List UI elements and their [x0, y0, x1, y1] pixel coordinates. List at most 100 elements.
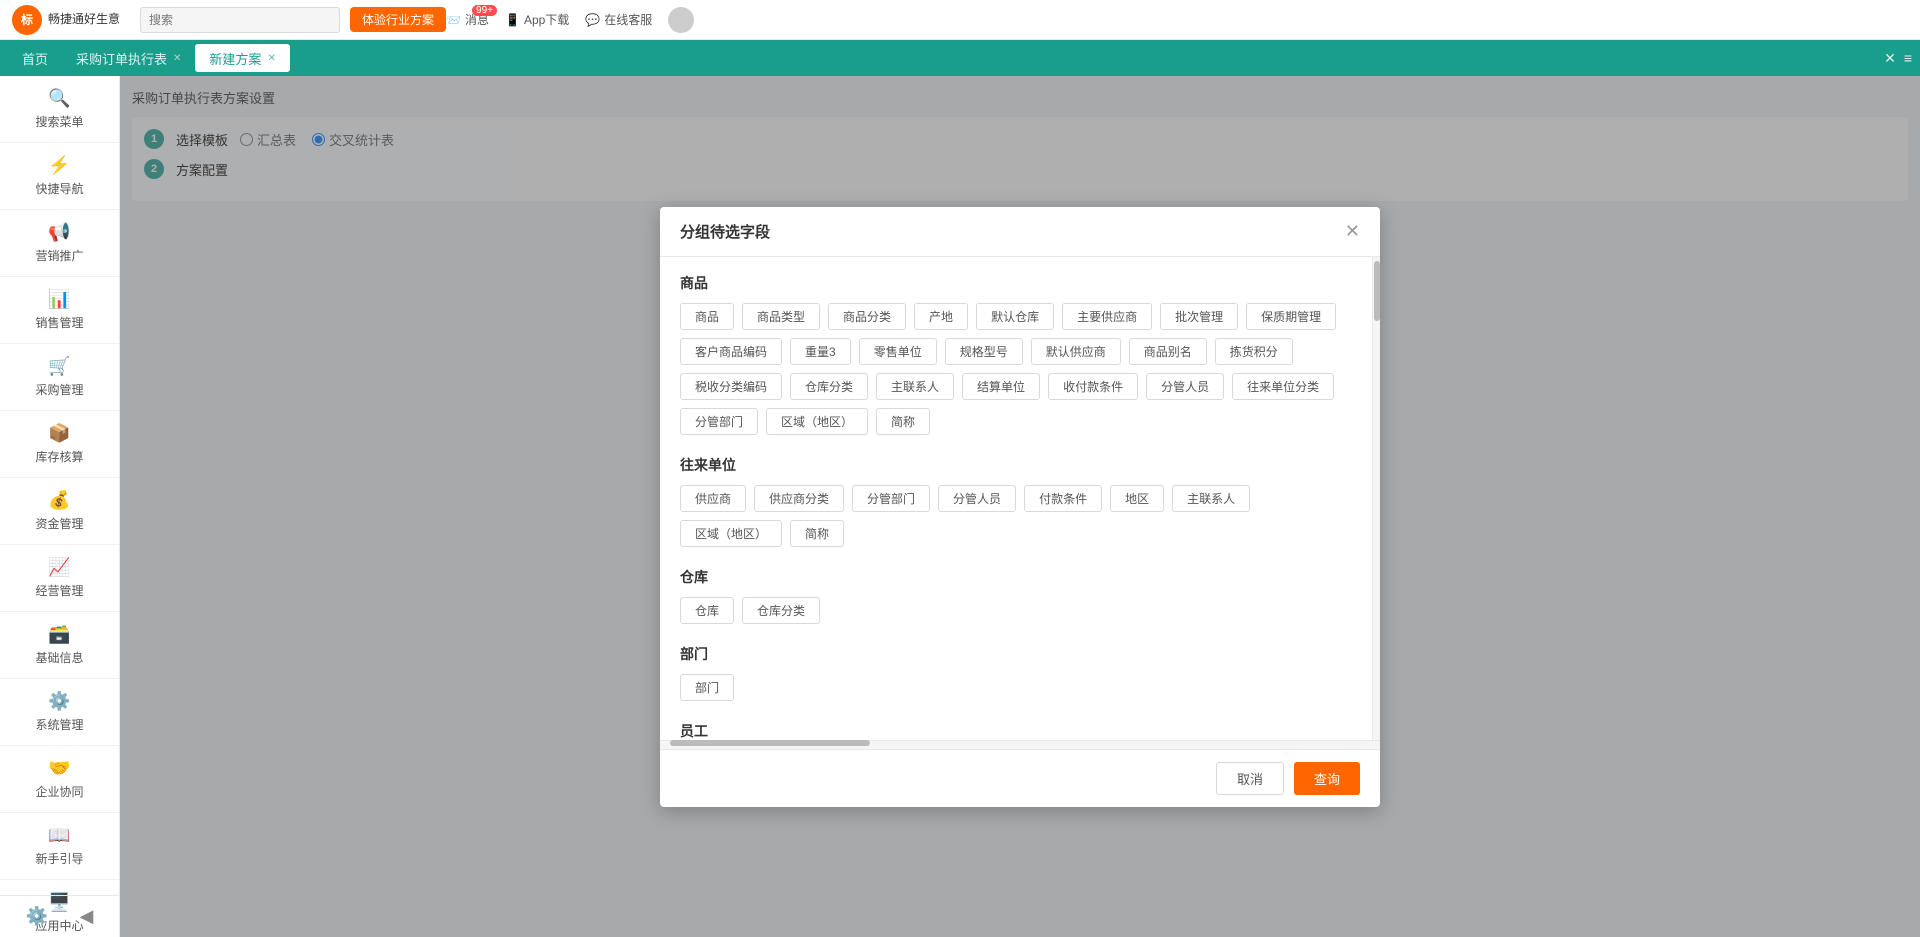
field-tag-warehouse-cat[interactable]: 仓库分类 [742, 597, 820, 624]
sidebar-label-guide: 新手引导 [35, 850, 83, 867]
field-tag-region-partner[interactable]: 区域（地区） [680, 520, 782, 547]
field-tag-district[interactable]: 地区 [1110, 485, 1164, 512]
online-service-label: 在线客服 [604, 11, 652, 28]
top-search-bar[interactable] [140, 7, 340, 33]
field-tag-department[interactable]: 部门 [680, 674, 734, 701]
sidebar-label-sales: 销售管理 [35, 314, 83, 331]
sidebar-item-finance[interactable]: 💰 资金管理 [0, 478, 119, 545]
field-tag-payment-terms[interactable]: 收付款条件 [1048, 373, 1138, 400]
field-tag-payment-cond[interactable]: 付款条件 [1024, 485, 1102, 512]
product-fields: 商品 商品类型 商品分类 产地 默认仓库 主要供应商 批次管理 保质期管理 客户… [680, 303, 1352, 435]
partner-fields: 供应商 供应商分类 分管部门 分管人员 付款条件 地区 主联系人 区域（地区） … [680, 485, 1352, 547]
field-tag-mgmt-person[interactable]: 分管人员 [938, 485, 1016, 512]
app-download-item[interactable]: 📱 App下载 [505, 11, 569, 28]
field-tag-short-name-partner[interactable]: 简称 [790, 520, 844, 547]
field-selection-modal: 分组待选字段 ✕ 商品 商品 商品类型 商品分类 产地 默认仓库 主要供应商 批… [660, 207, 1380, 807]
basic-info-icon: 🗃️ [48, 624, 70, 645]
message-icon-item[interactable]: 📨 消息 99+ [446, 11, 489, 28]
field-tag-supervisor[interactable]: 分管人员 [1146, 373, 1224, 400]
field-tag-origin[interactable]: 产地 [914, 303, 968, 330]
experience-button[interactable]: 体验行业方案 [350, 7, 446, 32]
field-tag-shelf-life[interactable]: 保质期管理 [1246, 303, 1336, 330]
field-tag-spec-model[interactable]: 规格型号 [945, 338, 1023, 365]
field-tag-batch-mgmt[interactable]: 批次管理 [1160, 303, 1238, 330]
tab-menu-icon[interactable]: ≡ [1904, 50, 1912, 67]
tab-expand-icon[interactable]: ✕ [1884, 50, 1896, 67]
field-tag-dept[interactable]: 分管部门 [680, 408, 758, 435]
settings-icon[interactable]: ⚙️ [26, 906, 48, 927]
sidebar-item-basic[interactable]: 🗃️ 基础信息 [0, 612, 119, 679]
sidebar-item-purchase[interactable]: 🛒 采购管理 [0, 344, 119, 411]
tab-purchase-label: 采购订单执行表 [76, 49, 167, 68]
modal-title: 分组待选字段 [680, 221, 770, 242]
sidebar-item-search[interactable]: 🔍 搜索菜单 [0, 76, 119, 143]
field-tag-product-category[interactable]: 商品分类 [828, 303, 906, 330]
sidebar-item-quick-nav[interactable]: ⚡ 快捷导航 [0, 143, 119, 210]
sidebar-item-operations[interactable]: 📈 经营管理 [0, 545, 119, 612]
field-tag-main-supplier[interactable]: 主要供应商 [1062, 303, 1152, 330]
top-bar: 标 畅捷通好生意 体验行业方案 📨 消息 99+ 📱 App下载 💬 在线客服 [0, 0, 1920, 40]
field-tag-main-contact[interactable]: 主联系人 [876, 373, 954, 400]
sidebar-item-collab[interactable]: 🤝 企业协同 [0, 746, 119, 813]
sidebar-item-inventory[interactable]: 📦 库存核算 [0, 411, 119, 478]
field-tag-pick-points[interactable]: 拣货积分 [1215, 338, 1293, 365]
field-tag-short-name-product[interactable]: 简称 [876, 408, 930, 435]
collapse-icon[interactable]: ◀ [79, 906, 93, 927]
product-section-title: 商品 [680, 273, 1352, 293]
confirm-button[interactable]: 查询 [1294, 762, 1360, 795]
tab-purchase-close-icon[interactable]: ✕ [173, 53, 181, 64]
tab-new-plan-label: 新建方案 [209, 49, 261, 68]
modal-header: 分组待选字段 ✕ [660, 207, 1380, 257]
field-tag-product-type[interactable]: 商品类型 [742, 303, 820, 330]
tab-new-plan[interactable]: 新建方案 ✕ [195, 44, 289, 72]
field-tag-warehouse-category[interactable]: 仓库分类 [790, 373, 868, 400]
field-tag-mgmt-dept[interactable]: 分管部门 [852, 485, 930, 512]
field-tag-warehouse[interactable]: 仓库 [680, 597, 734, 624]
user-avatar[interactable] [668, 7, 694, 33]
tab-new-plan-close-icon[interactable]: ✕ [267, 53, 275, 64]
field-tag-region-product[interactable]: 区域（地区） [766, 408, 868, 435]
field-group-product: 商品 商品 商品类型 商品分类 产地 默认仓库 主要供应商 批次管理 保质期管理… [680, 273, 1352, 435]
online-service-item[interactable]: 💬 在线客服 [585, 11, 652, 28]
sidebar-item-system[interactable]: ⚙️ 系统管理 [0, 679, 119, 746]
sidebar-label-search: 搜索菜单 [35, 113, 83, 130]
sidebar-item-sales[interactable]: 📊 销售管理 [0, 277, 119, 344]
online-service-icon: 💬 [585, 13, 600, 27]
horizontal-scrollbar[interactable] [660, 740, 1380, 749]
field-tag-settlement-unit[interactable]: 结算单位 [962, 373, 1040, 400]
field-tag-customer-code[interactable]: 客户商品编码 [680, 338, 782, 365]
search-input[interactable] [140, 7, 340, 33]
tab-purchase-list[interactable]: 采购订单执行表 ✕ [62, 44, 195, 72]
sidebar-label-system: 系统管理 [35, 716, 83, 733]
marketing-icon: 📢 [48, 222, 70, 243]
field-tag-default-supplier[interactable]: 默认供应商 [1031, 338, 1121, 365]
field-tag-contact[interactable]: 主联系人 [1172, 485, 1250, 512]
field-tag-tax-code[interactable]: 税收分类编码 [680, 373, 782, 400]
app-logo: 标 畅捷通好生意 [12, 5, 132, 35]
dept-section-title: 部门 [680, 644, 1352, 664]
guide-icon: 📖 [48, 825, 70, 846]
tab-home[interactable]: 首页 [8, 44, 62, 72]
sidebar-label-finance: 资金管理 [35, 515, 83, 532]
modal-scrollbar[interactable] [1372, 257, 1380, 740]
field-tag-supplier-category[interactable]: 供应商分类 [754, 485, 844, 512]
message-badge: 99+ [472, 5, 497, 16]
field-tag-retail-unit[interactable]: 零售单位 [859, 338, 937, 365]
field-group-warehouse: 仓库 仓库 仓库分类 [680, 567, 1352, 624]
sales-icon: 📊 [48, 289, 70, 310]
sidebar-item-marketing[interactable]: 📢 营销推广 [0, 210, 119, 277]
app-download-label: App下载 [524, 11, 569, 28]
field-tag-supplier[interactable]: 供应商 [680, 485, 746, 512]
field-tag-product-alias[interactable]: 商品别名 [1129, 338, 1207, 365]
field-tag-weight3[interactable]: 重量3 [790, 338, 851, 365]
field-group-employee: 员工 业务员 [680, 721, 1352, 740]
field-tag-partner-category[interactable]: 往来单位分类 [1232, 373, 1334, 400]
field-tag-default-warehouse[interactable]: 默认仓库 [976, 303, 1054, 330]
cancel-button[interactable]: 取消 [1216, 762, 1284, 795]
operations-icon: 📈 [48, 557, 70, 578]
field-tag-product[interactable]: 商品 [680, 303, 734, 330]
sidebar-item-guide[interactable]: 📖 新手引导 [0, 813, 119, 880]
modal-close-button[interactable]: ✕ [1345, 221, 1360, 242]
sidebar: 🔍 搜索菜单 ⚡ 快捷导航 📢 营销推广 📊 销售管理 🛒 采购管理 📦 库存核… [0, 76, 120, 937]
sidebar-bottom-bar: ⚙️ ◀ [0, 895, 119, 937]
